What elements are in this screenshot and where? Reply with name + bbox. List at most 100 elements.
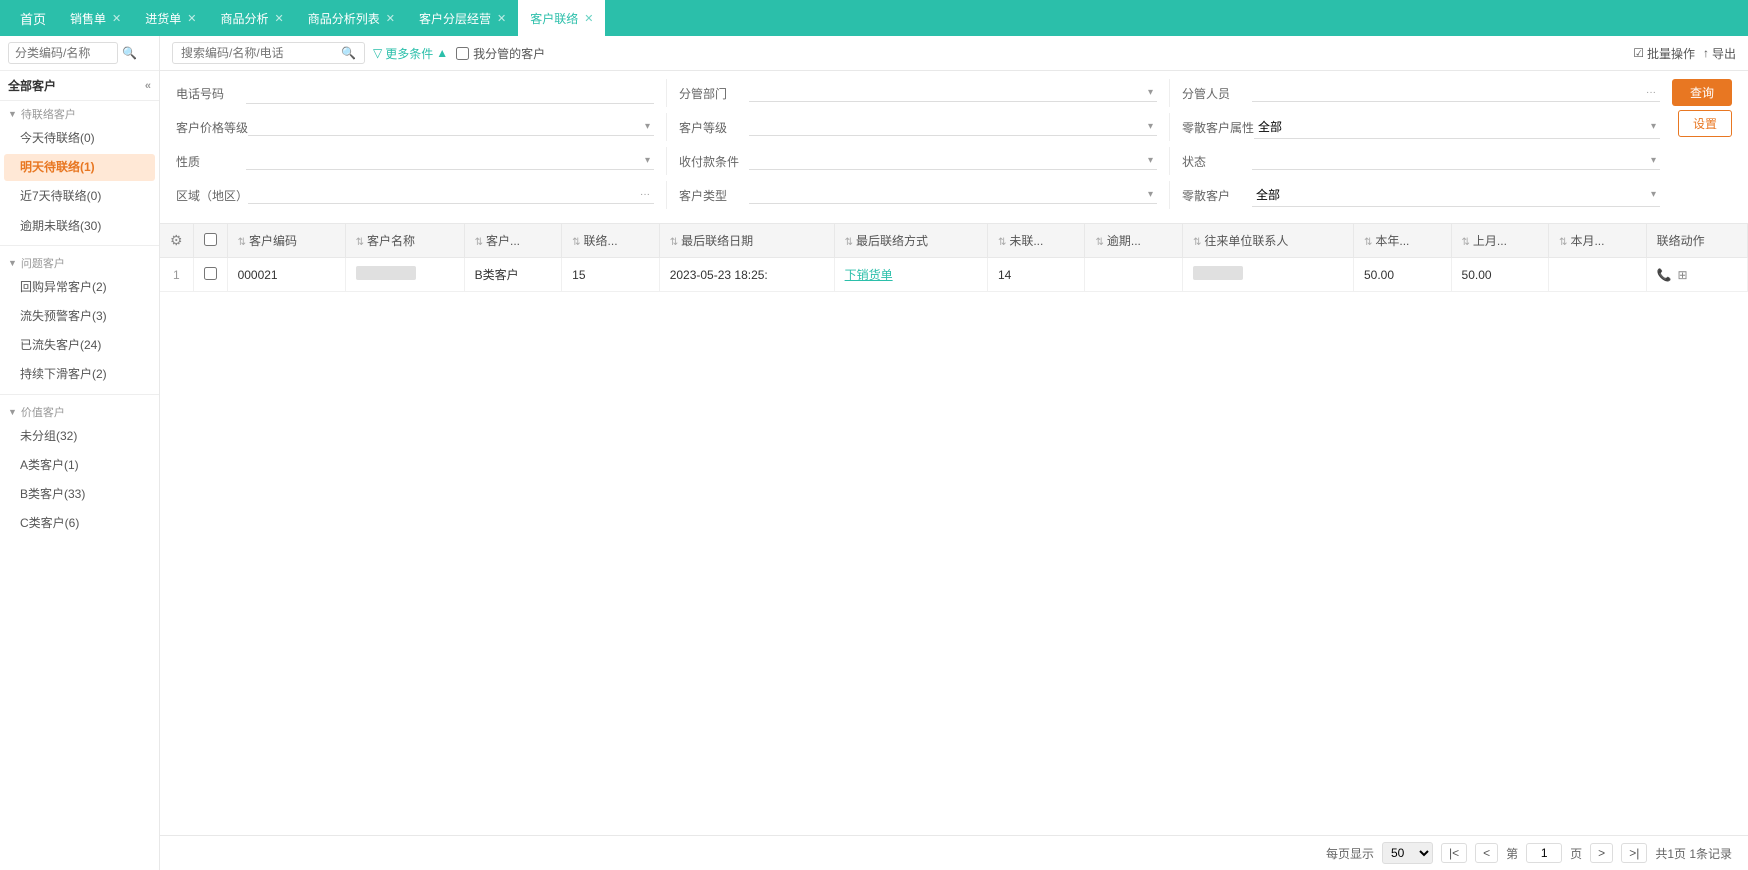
- main-search-input[interactable]: [181, 46, 341, 60]
- sidebar-item-class-c[interactable]: C类客户(6): [4, 510, 155, 537]
- next-page-btn[interactable]: >: [1590, 843, 1613, 863]
- filter-payment-select[interactable]: ▾: [749, 152, 1157, 170]
- th-this-year[interactable]: 本年...: [1353, 224, 1451, 258]
- close-icon[interactable]: ✕: [275, 12, 284, 25]
- per-page-select[interactable]: 50 100 200: [1382, 842, 1433, 864]
- filter-status-select[interactable]: ▾: [1252, 152, 1660, 170]
- export-btn[interactable]: ↑ 导出: [1703, 45, 1736, 62]
- page-input[interactable]: [1526, 843, 1562, 863]
- chevron-down-icon: ▾: [1651, 155, 1656, 166]
- content-area: 🔍 ▽ 更多条件 ▲ 我分管的客户 ☑ 批量操作 ↑ 导出: [160, 36, 1748, 870]
- sidebar: 🔍 全部客户 « 待联络客户 今天待联络(0) 明天待联络(1) 近7天待联络(…: [0, 36, 160, 870]
- close-icon[interactable]: ✕: [112, 12, 121, 25]
- sidebar-item-class-b[interactable]: B类客户(33): [4, 481, 155, 508]
- first-page-btn[interactable]: |<: [1441, 843, 1467, 863]
- chevron-down-icon: ▾: [1148, 87, 1153, 98]
- contact-method-link[interactable]: 下销货单: [845, 268, 893, 282]
- phone-icon[interactable]: 📞: [1657, 268, 1672, 282]
- filter-nature-select[interactable]: ▾: [246, 152, 654, 170]
- row-uncontacted: 14: [987, 258, 1085, 292]
- sidebar-group-value: 价值客户: [0, 399, 159, 422]
- th-last-month[interactable]: 上月...: [1451, 224, 1549, 258]
- filter-icon: ▽: [373, 46, 382, 60]
- page-label: 第: [1506, 845, 1518, 862]
- filter-region-select[interactable]: ···: [248, 186, 654, 204]
- last-page-btn[interactable]: >|: [1621, 843, 1647, 863]
- batch-action-btn[interactable]: ☑ 批量操作: [1633, 45, 1695, 62]
- toolbar: 🔍 ▽ 更多条件 ▲ 我分管的客户 ☑ 批量操作 ↑ 导出: [160, 36, 1748, 71]
- nav-customer-stratify[interactable]: 客户分层经营 ✕: [407, 0, 518, 36]
- th-customer-type[interactable]: 客户...: [464, 224, 562, 258]
- th-last-contact-date[interactable]: 最后联络日期: [659, 224, 834, 258]
- filter-dept-select[interactable]: ▾: [749, 84, 1157, 102]
- chevron-down-icon: ▾: [1651, 189, 1656, 200]
- close-icon[interactable]: ✕: [187, 12, 196, 25]
- filter-btn[interactable]: ▽ 更多条件 ▲: [373, 45, 448, 62]
- close-icon[interactable]: ✕: [584, 12, 593, 25]
- nav-customer-contact[interactable]: 客户联络 ✕: [518, 0, 605, 36]
- ellipsis-icon: ···: [640, 189, 650, 200]
- search-icon[interactable]: 🔍: [122, 46, 137, 60]
- filter-retail-attr-select[interactable]: 全部 ▾: [1254, 115, 1660, 139]
- sidebar-item-churn-warning[interactable]: 流失预警客户(3): [4, 303, 155, 330]
- sidebar-item-class-a[interactable]: A类客户(1): [4, 452, 155, 479]
- th-contact-count[interactable]: 联络...: [562, 224, 660, 258]
- sidebar-item-churned[interactable]: 已流失客户(24): [4, 332, 155, 359]
- prev-page-btn[interactable]: <: [1475, 843, 1498, 863]
- filter-manager-select[interactable]: ···: [1252, 84, 1660, 102]
- row-contact-action: 📞 ⊞: [1646, 258, 1747, 292]
- grid-icon[interactable]: ⊞: [1678, 268, 1688, 282]
- nav-product-analysis-list[interactable]: 商品分析列表 ✕: [296, 0, 407, 36]
- nav-product-analysis[interactable]: 商品分析 ✕: [208, 0, 295, 36]
- ellipsis-icon: ···: [1646, 87, 1656, 98]
- search-icon[interactable]: 🔍: [341, 46, 356, 60]
- row-checkbox[interactable]: [204, 267, 217, 280]
- filter-cell-customer-type: 客户类型 ▾: [679, 186, 1157, 204]
- close-icon[interactable]: ✕: [497, 12, 506, 25]
- filter-cell-dept: 分管部门 ▾: [679, 84, 1157, 102]
- nav-purchase[interactable]: 进货单 ✕: [133, 0, 208, 36]
- filter-phone-input[interactable]: [246, 83, 654, 104]
- sidebar-item-7days[interactable]: 近7天待联络(0): [4, 183, 155, 210]
- row-num: 1: [160, 258, 193, 292]
- setting-button[interactable]: 设置: [1678, 110, 1732, 137]
- th-uncontacted[interactable]: 未联...: [987, 224, 1085, 258]
- th-checkbox: [193, 224, 227, 258]
- th-customer-code[interactable]: 客户编码: [227, 224, 345, 258]
- sidebar-search-input[interactable]: [8, 42, 118, 64]
- sidebar-item-overdue[interactable]: 逾期未联络(30): [4, 213, 155, 240]
- total-label: 共1页 1条记录: [1655, 845, 1732, 862]
- sidebar-item-repurchase-abnormal[interactable]: 回购异常客户(2): [4, 274, 155, 301]
- sidebar-item-unclassified[interactable]: 未分组(32): [4, 423, 155, 450]
- th-overdue[interactable]: 逾期...: [1085, 224, 1183, 258]
- filter-row-3: 性质 ▾ 收付款条件 ▾: [176, 147, 1660, 175]
- filter-customer-type-select[interactable]: ▾: [749, 186, 1157, 204]
- filter-price-level-select[interactable]: ▾: [248, 118, 654, 136]
- search-box: 🔍: [172, 42, 365, 64]
- th-last-contact-method[interactable]: 最后联络方式: [834, 224, 987, 258]
- nav-sales[interactable]: 销售单 ✕: [58, 0, 133, 36]
- page-end-label: 页: [1570, 845, 1582, 862]
- select-all-checkbox[interactable]: [204, 233, 217, 246]
- filter-customer-level-select[interactable]: ▾: [749, 118, 1157, 136]
- sidebar-all-customers[interactable]: 全部客户 «: [0, 71, 159, 101]
- sidebar-item-declining[interactable]: 持续下滑客户(2): [4, 361, 155, 388]
- th-unit-contact[interactable]: 往来单位联系人: [1183, 224, 1354, 258]
- batch-icon: ☑: [1633, 46, 1644, 60]
- row-customer-code: 000021: [227, 258, 345, 292]
- filter-retail-select[interactable]: 全部 ▾: [1252, 183, 1660, 207]
- row-last-contact-method: 下销货单: [834, 258, 987, 292]
- table-footer: 每页显示 50 100 200 |< < 第 页 > >| 共1页 1条记录: [160, 835, 1748, 870]
- sidebar-item-today[interactable]: 今天待联络(0): [4, 125, 155, 152]
- close-icon[interactable]: ✕: [386, 12, 395, 25]
- query-button[interactable]: 查询: [1672, 79, 1732, 106]
- th-customer-name[interactable]: 客户名称: [345, 224, 464, 258]
- export-icon: ↑: [1703, 46, 1709, 60]
- my-customers-checkbox-group[interactable]: 我分管的客户: [456, 45, 545, 62]
- sidebar-item-tomorrow[interactable]: 明天待联络(1): [4, 154, 155, 181]
- nav-home[interactable]: 首页: [8, 0, 58, 36]
- my-customers-checkbox[interactable]: [456, 47, 469, 60]
- gear-icon[interactable]: ⚙: [170, 232, 183, 248]
- chevron-down-icon: ▾: [1148, 121, 1153, 132]
- th-this-month[interactable]: 本月...: [1549, 224, 1647, 258]
